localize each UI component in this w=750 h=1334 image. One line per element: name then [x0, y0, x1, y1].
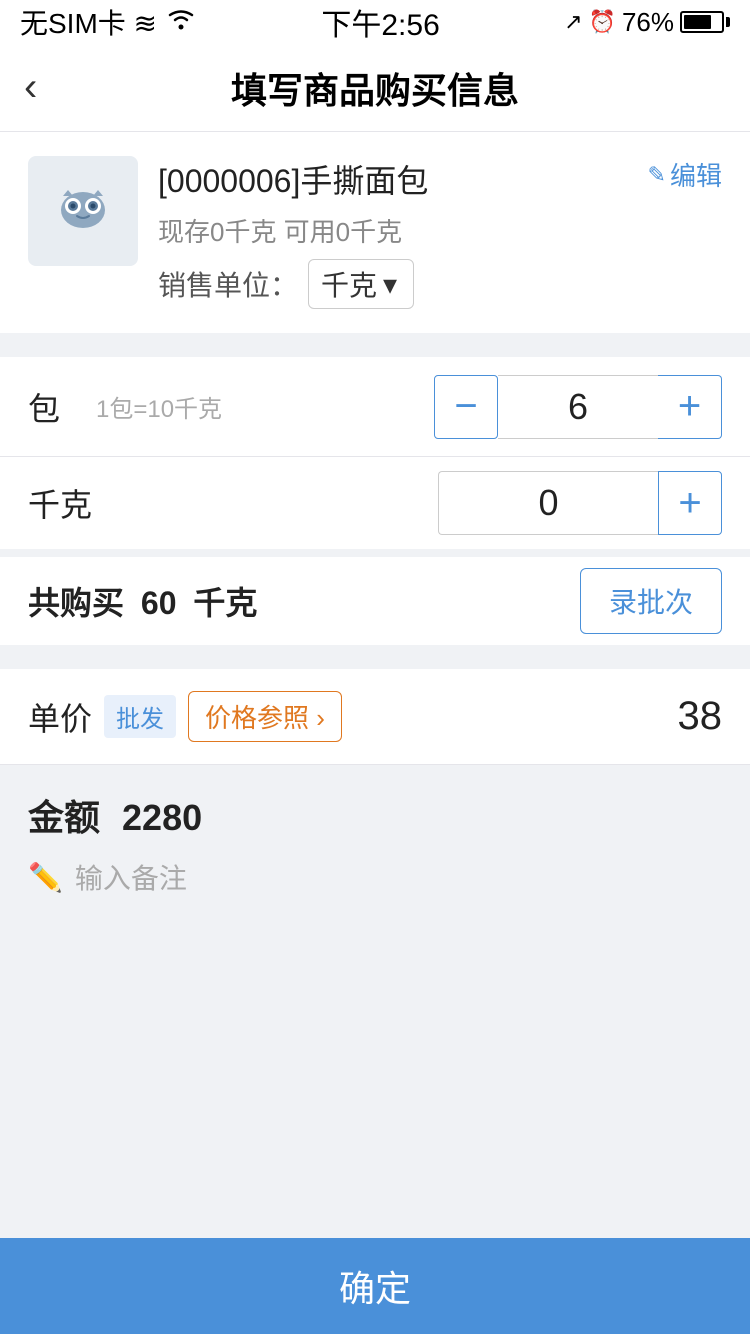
- package-quantity-input[interactable]: [498, 375, 658, 439]
- product-card: [0000006]手撕面包 现存0千克 可用0千克 销售单位： 千克 ▾ ✎ 编…: [0, 132, 750, 341]
- page-title: 填写商品购买信息: [231, 62, 519, 114]
- product-unit-row: 销售单位： 千克 ▾: [158, 259, 722, 309]
- remark-row[interactable]: ✏️ 输入备注: [28, 857, 722, 897]
- wifi-icon: [165, 6, 197, 38]
- product-name: [0000006]手撕面包: [158, 156, 722, 202]
- pencil-icon: ✏️: [28, 861, 63, 894]
- confirm-bar[interactable]: 确定: [0, 1238, 750, 1334]
- amount-section: 金额 2280 ✏️ 输入备注: [0, 765, 750, 913]
- kg-quantity-control: +: [438, 471, 722, 535]
- kg-increment-button[interactable]: +: [658, 471, 722, 535]
- separator-1: [0, 341, 750, 357]
- unit-selector[interactable]: 千克 ▾: [308, 259, 414, 309]
- status-bar: 无SIM卡 ≋ 下午2:56 ↗ ⏰ 76%: [0, 0, 750, 44]
- total-row: 共购买 60 千克 录批次: [0, 557, 750, 653]
- package-row: 包 1包=10千克 − +: [0, 357, 750, 457]
- package-quantity-control: − +: [434, 375, 722, 439]
- unit-price-label: 单价: [28, 694, 92, 740]
- location-icon: ↗: [564, 9, 582, 35]
- package-hint: 1包=10千克: [96, 389, 434, 424]
- battery-icon: [680, 11, 730, 33]
- unit-label: 销售单位：: [158, 264, 298, 304]
- price-type-badge: 批发: [104, 695, 176, 738]
- price-value: 38: [678, 694, 723, 739]
- confirm-label: 确定: [339, 1260, 411, 1312]
- edit-button[interactable]: ✎ 编辑: [648, 156, 722, 193]
- status-right: ↗ ⏰ 76%: [564, 7, 730, 38]
- product-logo: [53, 182, 113, 241]
- price-reference-button[interactable]: 价格参照 ›: [188, 691, 342, 742]
- kg-row: 千克 +: [0, 457, 750, 557]
- chevron-down-icon: ▾: [383, 268, 397, 301]
- total-text: 共购买 60 千克: [28, 578, 580, 624]
- unit-value: 千克: [321, 264, 377, 304]
- status-time: 下午2:56: [321, 0, 439, 44]
- package-increment-button[interactable]: +: [658, 375, 722, 439]
- nav-bar: ‹ 填写商品购买信息: [0, 44, 750, 132]
- batch-button[interactable]: 录批次: [580, 568, 722, 634]
- price-row: 单价 批发 价格参照 › 38: [0, 669, 750, 765]
- amount-value: 2280: [122, 797, 202, 838]
- package-label: 包: [28, 384, 88, 430]
- amount-row: 金额 2280: [28, 789, 722, 841]
- separator-2: [0, 653, 750, 669]
- alarm-icon: ⏰: [589, 9, 616, 35]
- back-button[interactable]: ‹: [24, 65, 37, 110]
- product-info: [0000006]手撕面包 现存0千克 可用0千克 销售单位： 千克 ▾: [158, 156, 722, 309]
- kg-quantity-input[interactable]: [438, 471, 658, 535]
- product-stock: 现存0千克 可用0千克: [158, 212, 722, 249]
- package-decrement-button[interactable]: −: [434, 375, 498, 439]
- kg-label: 千克: [28, 480, 438, 526]
- product-thumbnail: [28, 156, 138, 266]
- total-quantity: 60: [141, 585, 177, 621]
- status-left: 无SIM卡 ≋: [20, 2, 197, 42]
- edit-icon: ✎: [648, 162, 666, 188]
- battery-percent: 76%: [622, 7, 674, 38]
- remark-label: 输入备注: [75, 857, 187, 897]
- carrier-label: 无SIM卡 ≋: [20, 2, 157, 42]
